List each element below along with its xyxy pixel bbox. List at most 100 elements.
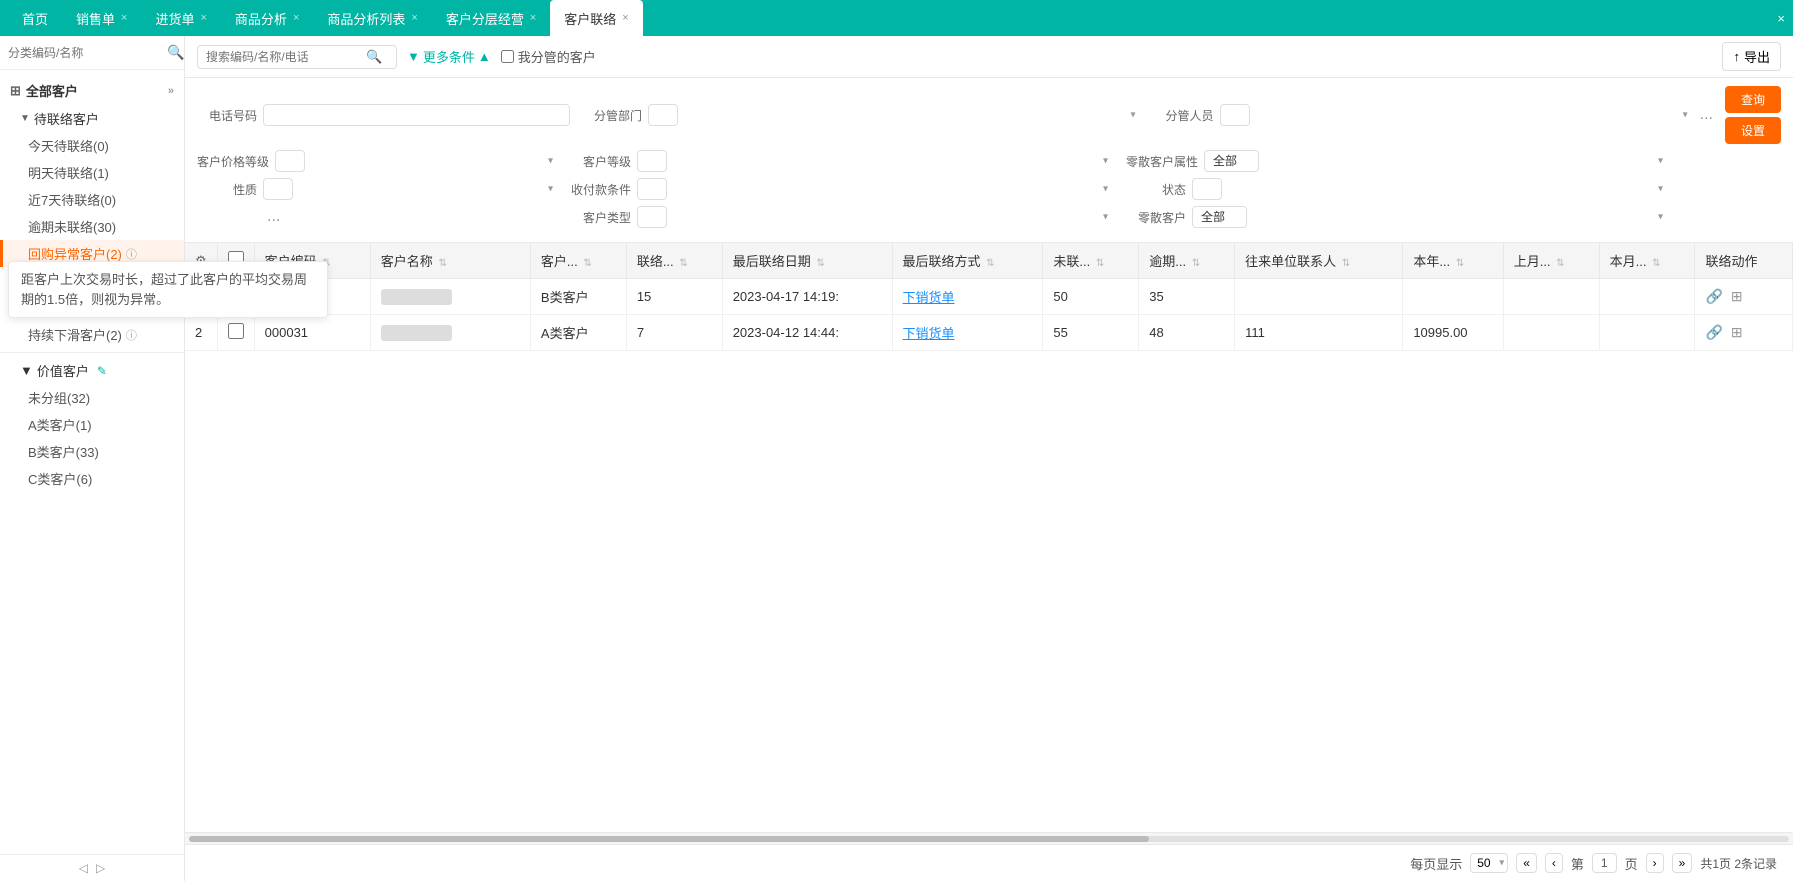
manager-select[interactable] (1220, 104, 1250, 126)
page-label: 第 (1571, 854, 1584, 873)
row2-checkbox[interactable] (217, 315, 254, 351)
nav-analysis[interactable]: 商品分析 × (221, 0, 313, 36)
sort-type-icon[interactable]: ⇅ (583, 258, 591, 269)
close-customer-tier-icon[interactable]: × (530, 12, 536, 24)
sidebar-group-pending[interactable]: ▼ 待联络客户 (0, 105, 184, 132)
info-icon[interactable]: ⓘ (126, 246, 137, 262)
my-customers-check[interactable] (501, 50, 514, 63)
more-conditions-btn[interactable]: ▼ 更多条件 ▲ (407, 47, 491, 66)
query-button[interactable]: 查询 (1725, 86, 1781, 113)
col-action: 联络动作 (1695, 243, 1793, 279)
sort-year-icon[interactable]: ⇅ (1456, 258, 1464, 269)
current-page[interactable]: 1 (1592, 853, 1617, 873)
customer-grade-select[interactable] (637, 150, 667, 172)
more-filter-dots[interactable]: ... (267, 208, 280, 226)
nav-home[interactable]: 首页 (8, 0, 62, 36)
sidebar-search-input[interactable] (8, 46, 163, 60)
sort-tmonth-icon[interactable]: ⇅ (1652, 258, 1660, 269)
row2-name: ████ (370, 315, 530, 351)
data-table: ⚙ 客户编码 ⇅ 客户名称 ⇅ (185, 243, 1793, 351)
sidebar-item-declining[interactable]: 持续下滑客户(2) ⓘ (0, 321, 184, 348)
col-this-month: 本月... ⇅ (1599, 243, 1695, 279)
my-customers-checkbox[interactable]: 我分管的客户 (501, 47, 596, 66)
sidebar-item-class-c[interactable]: C类客户(6) (0, 465, 184, 492)
nav-purchase[interactable]: 进货单 × (141, 0, 220, 36)
row1-name-blurred: ████ (381, 289, 452, 305)
phone-input[interactable] (263, 104, 570, 126)
close-purchase-icon[interactable]: × (200, 12, 206, 24)
nav-customer-tier[interactable]: 客户分层经营 × (432, 0, 550, 36)
close-analysis-icon[interactable]: × (293, 12, 299, 24)
search-submit-icon[interactable]: 🔍 (366, 49, 382, 65)
search-input[interactable] (206, 50, 366, 64)
edit-icon[interactable]: ✎ (97, 364, 107, 378)
sidebar-collapse-right-icon[interactable]: ▷ (96, 861, 105, 875)
sidebar-item-7days[interactable]: 近7天待联络(0) (0, 186, 184, 213)
row2-code: 000031 (254, 315, 370, 351)
per-page-wrapper[interactable]: 50 (1470, 853, 1508, 873)
status-select[interactable] (1192, 178, 1222, 200)
search-box[interactable]: 🔍 (197, 45, 397, 69)
horizontal-scrollbar[interactable] (185, 832, 1793, 844)
sidebar-collapse-left-icon[interactable]: ◁ (79, 861, 88, 875)
sidebar-item-class-a[interactable]: A类客户(1) (0, 411, 184, 438)
customer-type-select[interactable] (637, 206, 667, 228)
table-row: 1 000039 ████ B类客户 15 2023-04-17 14:19: … (185, 279, 1793, 315)
row1-type: B类客户 (530, 279, 626, 315)
sidebar-item-class-b[interactable]: B类客户(33) (0, 438, 184, 465)
sort-contact-icon[interactable]: ⇅ (679, 258, 687, 269)
row2-last-way[interactable]: 下销货单 (892, 315, 1043, 351)
sort-date-icon[interactable]: ⇅ (816, 258, 824, 269)
row2-contact: 7 (626, 315, 722, 351)
close-analysis-list-icon[interactable]: × (411, 12, 417, 24)
price-grade-select[interactable] (275, 150, 305, 172)
per-page-select[interactable]: 50 (1470, 853, 1508, 873)
row2-link-icon[interactable]: 🔗 (1705, 324, 1722, 341)
retail-customer-select[interactable]: 全部 (1192, 206, 1247, 228)
nature-select[interactable] (263, 178, 293, 200)
next-page-btn[interactable]: › (1646, 853, 1664, 873)
nav-analysis-list[interactable]: 商品分析列表 × (313, 0, 431, 36)
nav-customer-contact[interactable]: 客户联络 × (550, 0, 642, 36)
payment-select[interactable] (637, 178, 667, 200)
row2-grid-icon[interactable]: ⊞ (1731, 324, 1743, 341)
retail-attr-select[interactable]: 全部 (1204, 150, 1259, 172)
row1-overdue: 35 (1139, 279, 1235, 315)
sidebar-all-customers[interactable]: ⊞ 全部客户 » (0, 76, 184, 105)
scrollbar-thumb[interactable] (189, 836, 1149, 842)
manager-more-icon[interactable]: ... (1700, 106, 1713, 124)
sidebar-item-tomorrow[interactable]: 明天待联络(1) (0, 159, 184, 186)
dept-select[interactable] (648, 104, 678, 126)
sidebar-group-value[interactable]: ▼ 价值客户 ✎ (0, 357, 184, 384)
export-button[interactable]: ↑ 导出 (1722, 42, 1781, 71)
col-this-year: 本年... ⇅ (1403, 243, 1503, 279)
filter-icon: ▼ (407, 49, 420, 64)
sidebar-item-today[interactable]: 今天待联络(0) (0, 132, 184, 159)
sort-way-icon[interactable]: ⇅ (986, 258, 994, 269)
info-icon4[interactable]: ⓘ (126, 327, 137, 343)
dept-label: 分管部门 (582, 107, 642, 124)
row2-check[interactable] (228, 323, 244, 339)
close-sales-icon[interactable]: × (121, 12, 127, 24)
collapse-arrow-icon: » (168, 85, 174, 97)
close-customer-contact-icon[interactable]: × (622, 12, 628, 24)
row1-grid-icon[interactable]: ⊞ (1731, 288, 1743, 305)
sidebar-search-box[interactable]: 🔍 (0, 36, 184, 70)
last-page-btn[interactable]: » (1672, 853, 1693, 873)
row2-uncontacted: 55 (1043, 315, 1139, 351)
sidebar-item-overdue[interactable]: 逾期未联络(30) (0, 213, 184, 240)
sort-lmonth-icon[interactable]: ⇅ (1556, 258, 1564, 269)
sidebar-item-ungroup[interactable]: 未分组(32) (0, 384, 184, 411)
row1-link-icon[interactable]: 🔗 (1705, 288, 1722, 305)
sort-name-icon[interactable]: ⇅ (438, 258, 446, 269)
row1-last-way[interactable]: 下销货单 (892, 279, 1043, 315)
scrollbar-track[interactable] (189, 836, 1789, 842)
sort-uncontacted-icon[interactable]: ⇅ (1096, 258, 1104, 269)
sort-overdue-icon[interactable]: ⇅ (1192, 258, 1200, 269)
sort-unit-icon[interactable]: ⇅ (1342, 258, 1350, 269)
first-page-btn[interactable]: « (1516, 853, 1537, 873)
nav-sales[interactable]: 销售单 × (62, 0, 141, 36)
prev-page-btn[interactable]: ‹ (1545, 853, 1563, 873)
settings-button[interactable]: 设置 (1725, 117, 1781, 144)
close-all-button[interactable]: × (1777, 11, 1785, 26)
